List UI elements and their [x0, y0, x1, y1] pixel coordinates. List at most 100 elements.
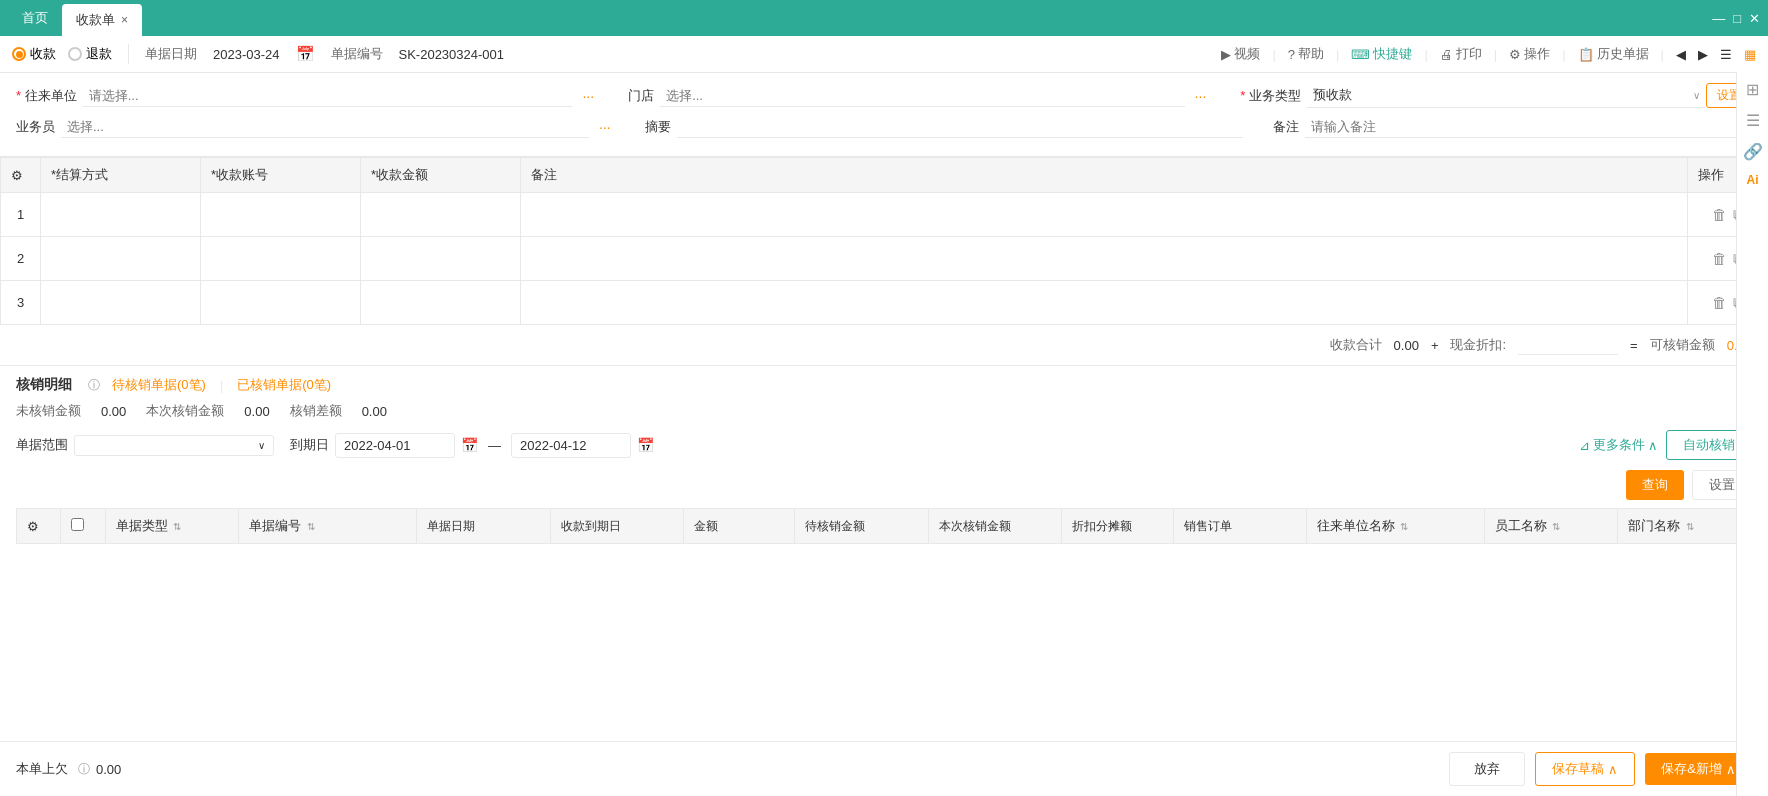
date-to-cal-icon[interactable]: 📅 — [637, 437, 654, 453]
th-hx-gear[interactable]: ⚙ — [17, 509, 61, 544]
toolbar-shortcut[interactable]: ⌨ 快捷键 — [1351, 45, 1412, 63]
minimize-icon[interactable]: — — [1712, 11, 1725, 26]
row-2-settlement[interactable] — [41, 237, 201, 281]
toolbar-right: ▶ 视频 | ? 帮助 | ⌨ 快捷键 | 🖨 打印 | ⚙ 操作 — [1221, 45, 1756, 63]
salesperson-input[interactable] — [61, 116, 589, 138]
save-draft-btn[interactable]: 保存草稿 ∧ — [1535, 752, 1635, 786]
business-type-select[interactable]: 预收款 ∨ — [1307, 83, 1706, 108]
sidebar-table-icon[interactable]: ⊞ — [1746, 80, 1759, 99]
toolbar-history[interactable]: 📋 历史单据 — [1578, 45, 1649, 63]
store-input[interactable] — [660, 85, 1184, 107]
tab-home[interactable]: 首页 — [8, 0, 62, 36]
counterpart-input[interactable] — [83, 85, 573, 107]
sidebar-attach-icon[interactable]: 🔗 — [1743, 142, 1763, 161]
th-gear[interactable]: ⚙ — [1, 158, 41, 193]
date-from-cal-icon[interactable]: 📅 — [461, 437, 478, 453]
calendar-icon[interactable]: 📅 — [296, 45, 315, 63]
toolbar-print[interactable]: 🖨 打印 — [1440, 45, 1482, 63]
hx-info-icon[interactable]: ⓘ — [88, 377, 100, 394]
radio-collect[interactable]: 收款 — [12, 45, 56, 63]
date-value: 2023-03-24 — [213, 47, 280, 62]
employee-sort-icon[interactable]: ⇅ — [1552, 521, 1560, 532]
bottom-info-icon[interactable]: ⓘ — [78, 761, 90, 778]
date-to-input[interactable] — [511, 433, 631, 458]
row-2-remark[interactable] — [521, 237, 1688, 281]
th-hx-check[interactable] — [61, 509, 105, 544]
radio-group: 收款 退款 — [12, 45, 112, 63]
shortcut-icon: ⌨ — [1351, 47, 1370, 62]
counterpart-more-btn[interactable]: ··· — [578, 88, 598, 104]
row-3-account[interactable] — [201, 281, 361, 325]
row-1-remark[interactable] — [521, 193, 1688, 237]
radio-collect-circle — [12, 47, 26, 61]
dept-sort-icon[interactable]: ⇅ — [1686, 521, 1694, 532]
store-field: 门店 ··· — [628, 85, 1210, 107]
query-btn[interactable]: 查询 — [1626, 470, 1684, 500]
nav-prev-icon[interactable]: ◀ — [1676, 47, 1686, 62]
table-row: 3 🗑 ⧉ — [1, 281, 1768, 325]
close-icon[interactable]: ✕ — [1749, 11, 1760, 26]
summary-field: 摘要 — [645, 116, 1244, 138]
row-2-account[interactable] — [201, 237, 361, 281]
range-select[interactable]: ∨ — [74, 435, 274, 456]
hx-tab-completed[interactable]: 已核销单据(0笔) — [237, 376, 331, 394]
bottom-bar: 本单上欠 ⓘ 0.00 放弃 保存草稿 ∧ 保存&新增 ∧ — [0, 741, 1768, 796]
counterpart-sort-icon[interactable]: ⇅ — [1400, 521, 1408, 532]
hx-tab-pending[interactable]: 待核销单据(0笔) — [112, 376, 206, 394]
form-area: 往来单位 ··· 门店 ··· 业务类型 预收款 ∨ 设置 — [0, 73, 1768, 157]
business-type-field: 业务类型 预收款 ∨ — [1240, 83, 1706, 108]
number-value: SK-20230324-001 — [399, 47, 505, 62]
summary-input[interactable] — [677, 116, 1244, 138]
tab-close-icon[interactable]: × — [121, 13, 128, 27]
row-3-amount[interactable] — [361, 281, 521, 325]
row-1-num: 1 — [1, 193, 41, 237]
th-hx-duedate: 收款到期日 — [550, 509, 683, 544]
discount-input[interactable] — [1518, 335, 1618, 355]
radio-refund[interactable]: 退款 — [68, 45, 112, 63]
hist-icon: 📋 — [1578, 47, 1594, 62]
nav-next-icon[interactable]: ▶ — [1698, 47, 1708, 62]
main-table: ⚙ *结算方式 *收款账号 *收款金额 备注 操作 1 — [0, 157, 1768, 325]
more-filter-btn[interactable]: ⊿ 更多条件 ∧ — [1579, 436, 1658, 454]
op-icon: ⚙ — [1509, 47, 1521, 62]
toolbar-help[interactable]: ? 帮助 — [1288, 45, 1324, 63]
tab-home-label: 首页 — [22, 9, 48, 27]
right-sidebar: ⊞ ☰ 🔗 Ai — [1736, 72, 1768, 796]
radio-collect-inner — [16, 51, 23, 58]
row-2-amount[interactable] — [361, 237, 521, 281]
select-all-checkbox[interactable] — [71, 518, 84, 531]
diff-label: 核销差额 — [290, 402, 342, 420]
row-1-amount[interactable] — [361, 193, 521, 237]
type-sort-icon[interactable]: ⇅ — [173, 521, 181, 532]
toolbar-video[interactable]: ▶ 视频 — [1221, 45, 1260, 63]
main-content: ⊞ ☰ 🔗 Ai 收款 退款 单据日期 2023-03-24 📅 单据编号 SK… — [0, 36, 1768, 796]
store-more-btn[interactable]: ··· — [1191, 88, 1211, 104]
list-view-icon[interactable]: ☰ — [1720, 47, 1732, 62]
number-sort-icon[interactable]: ⇅ — [307, 521, 315, 532]
row-2-num: 2 — [1, 237, 41, 281]
date-from-input[interactable] — [335, 433, 455, 458]
hx-section: 核销明细 ⓘ 待核销单据(0笔) | 已核销单据(0笔) 未核销金额 0.00 … — [0, 366, 1768, 741]
tab-active-label: 收款单 — [76, 11, 115, 29]
top-toolbar: 收款 退款 单据日期 2023-03-24 📅 单据编号 SK-20230324… — [0, 36, 1768, 73]
row-2-delete-icon[interactable]: 🗑 — [1712, 250, 1727, 268]
current-hx-label: 本次核销金额 — [146, 402, 224, 420]
row-1-account[interactable] — [201, 193, 361, 237]
row-1-delete-icon[interactable]: 🗑 — [1712, 206, 1727, 224]
radio-collect-label: 收款 — [30, 45, 56, 63]
toolbar-operations[interactable]: ⚙ 操作 — [1509, 45, 1550, 63]
row-1-settlement[interactable] — [41, 193, 201, 237]
discard-btn[interactable]: 放弃 — [1449, 752, 1525, 786]
hx-title: 核销明细 — [16, 376, 72, 394]
grid-view-icon[interactable]: ▦ — [1744, 47, 1756, 62]
restore-icon[interactable]: □ — [1733, 11, 1741, 26]
tab-active[interactable]: 收款单 × — [62, 4, 142, 36]
hx-filter: 单据范围 ∨ 到期日 📅 — 📅 ⊿ — [16, 430, 1752, 460]
sidebar-form-icon[interactable]: ☰ — [1746, 111, 1760, 130]
salesperson-more-btn[interactable]: ··· — [595, 119, 615, 135]
row-3-settlement[interactable] — [41, 281, 201, 325]
row-3-remark[interactable] — [521, 281, 1688, 325]
remark-input[interactable] — [1305, 116, 1752, 138]
row-3-delete-icon[interactable]: 🗑 — [1712, 294, 1727, 312]
sidebar-ai-icon[interactable]: Ai — [1747, 173, 1759, 187]
